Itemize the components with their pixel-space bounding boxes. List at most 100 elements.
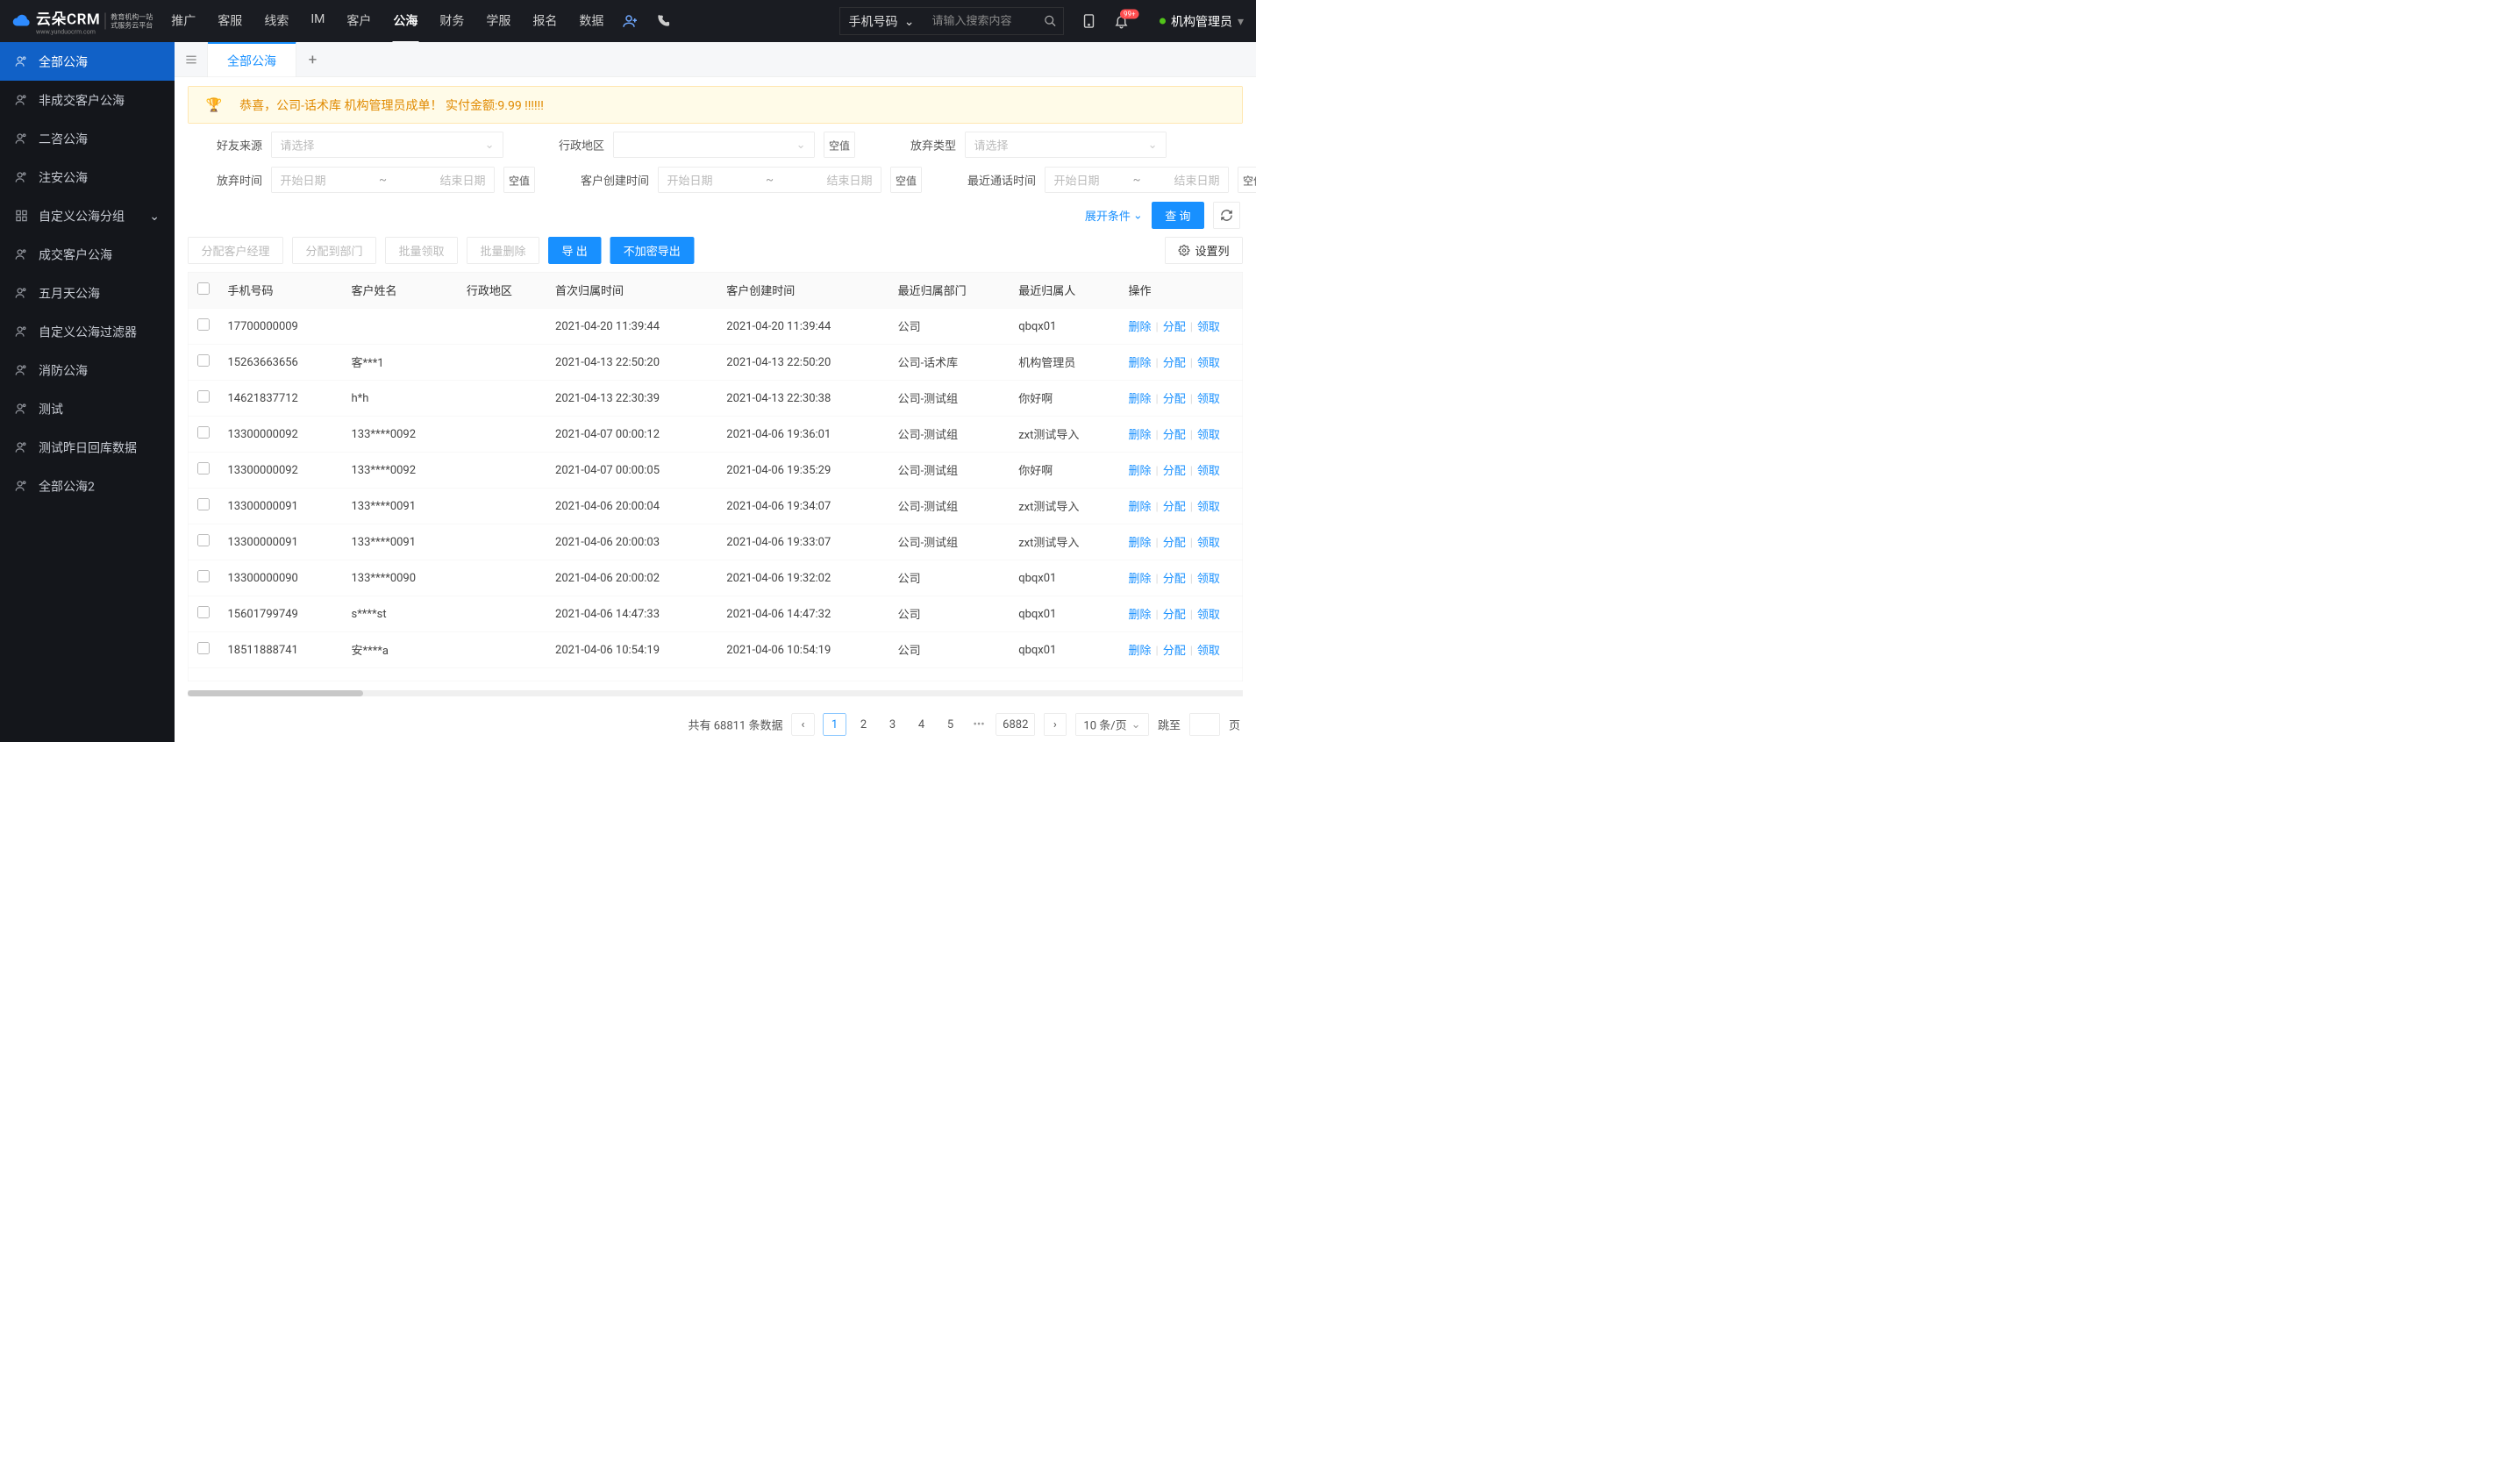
row-claim-link[interactable]: 领取 (1197, 465, 1220, 478)
search-input[interactable] (923, 8, 1037, 34)
filter-region-select[interactable]: ⌄ (613, 132, 815, 158)
horizontal-scrollbar[interactable] (188, 690, 1243, 696)
export-button[interactable]: 导 出 (548, 237, 601, 264)
row-checkbox[interactable] (198, 427, 210, 439)
sidebar-item-1[interactable]: 非成交客户公海 (0, 81, 175, 119)
filter-create-time-range[interactable]: 开始日期~结束日期 (658, 167, 881, 193)
sidebar-item-6[interactable]: 五月天公海 (0, 274, 175, 312)
pager-jump-input[interactable] (1189, 713, 1220, 736)
row-delete-link[interactable]: 删除 (1129, 573, 1152, 586)
row-assign-link[interactable]: 分配 (1163, 573, 1186, 586)
nav-item-公海[interactable]: 公海 (392, 0, 418, 43)
filter-region-empty[interactable]: 空值 (824, 132, 855, 158)
row-delete-link[interactable]: 删除 (1129, 429, 1152, 442)
nav-item-财务[interactable]: 财务 (439, 0, 465, 43)
row-claim-link[interactable]: 领取 (1197, 537, 1220, 550)
sidebar-item-8[interactable]: 消防公海 (0, 351, 175, 389)
row-claim-link[interactable]: 领取 (1197, 645, 1220, 658)
pager-page-3[interactable]: 3 (881, 713, 903, 736)
row-checkbox[interactable] (198, 607, 210, 618)
notification-bell[interactable]: 99+ (1114, 14, 1129, 29)
nav-item-报名[interactable]: 报名 (532, 0, 558, 43)
columns-settings-button[interactable]: 设置列 (1165, 237, 1243, 264)
row-checkbox[interactable] (198, 355, 210, 367)
row-claim-link[interactable]: 领取 (1197, 501, 1220, 514)
sidebar-item-3[interactable]: 注安公海 (0, 158, 175, 196)
row-assign-link[interactable]: 分配 (1163, 393, 1186, 406)
filter-create-time-empty[interactable]: 空值 (890, 167, 922, 193)
filter-source-select[interactable]: 请选择⌄ (271, 132, 503, 158)
nav-item-数据[interactable]: 数据 (578, 0, 604, 43)
row-delete-link[interactable]: 删除 (1129, 321, 1152, 334)
row-assign-link[interactable]: 分配 (1163, 465, 1186, 478)
batch-claim-button[interactable]: 批量领取 (385, 237, 458, 264)
filter-abandon-type-select[interactable]: 请选择⌄ (965, 132, 1167, 158)
batch-delete-button[interactable]: 批量删除 (467, 237, 539, 264)
filter-last-call-range[interactable]: 开始日期~结束日期 (1045, 167, 1229, 193)
row-claim-link[interactable]: 领取 (1197, 573, 1220, 586)
refresh-button[interactable] (1213, 202, 1240, 229)
sidebar-item-9[interactable]: 测试 (0, 389, 175, 428)
pager-size-select[interactable]: 10 条/页⌄ (1075, 713, 1149, 736)
query-button[interactable]: 查 询 (1152, 202, 1204, 229)
sidebar-item-10[interactable]: 测试昨日回库数据 (0, 428, 175, 467)
row-checkbox[interactable] (198, 463, 210, 474)
row-delete-link[interactable]: 删除 (1129, 357, 1152, 370)
row-assign-link[interactable]: 分配 (1163, 537, 1186, 550)
phone-icon[interactable] (655, 14, 670, 29)
nav-item-推广[interactable]: 推广 (170, 0, 196, 43)
search-button[interactable] (1037, 8, 1063, 34)
row-assign-link[interactable]: 分配 (1163, 501, 1186, 514)
pager-page-2[interactable]: 2 (852, 713, 874, 736)
row-assign-link[interactable]: 分配 (1163, 609, 1186, 622)
nav-item-IM[interactable]: IM (310, 0, 325, 43)
row-delete-link[interactable]: 删除 (1129, 465, 1152, 478)
expand-filters-link[interactable]: 展开条件 ⌄ (1085, 207, 1143, 224)
filter-abandon-time-range[interactable]: 开始日期~结束日期 (271, 167, 495, 193)
select-all-checkbox[interactable] (198, 283, 210, 295)
pager-page-1[interactable]: 1 (823, 713, 846, 736)
tablet-icon[interactable] (1081, 14, 1096, 29)
pager-page-5[interactable]: 5 (938, 713, 961, 736)
row-assign-link[interactable]: 分配 (1163, 321, 1186, 334)
pager-prev[interactable]: ‹ (791, 713, 814, 736)
row-checkbox[interactable] (198, 499, 210, 510)
row-delete-link[interactable]: 删除 (1129, 393, 1152, 406)
sidebar-item-7[interactable]: 自定义公海过滤器 (0, 312, 175, 351)
row-claim-link[interactable]: 领取 (1197, 357, 1220, 370)
row-claim-link[interactable]: 领取 (1197, 321, 1220, 334)
row-checkbox[interactable] (198, 319, 210, 331)
row-assign-link[interactable]: 分配 (1163, 429, 1186, 442)
export-plain-button[interactable]: 不加密导出 (610, 237, 694, 264)
assign-dept-button[interactable]: 分配到部门 (292, 237, 376, 264)
tabs-menu-button[interactable] (175, 42, 208, 77)
user-menu[interactable]: 机构管理员 ▾ (1160, 12, 1244, 30)
sidebar-item-0[interactable]: 全部公海 (0, 42, 175, 81)
assign-manager-button[interactable]: 分配客户经理 (188, 237, 283, 264)
sidebar-item-4[interactable]: 自定义公海分组⌄ (0, 196, 175, 235)
tab-add-button[interactable]: + (296, 42, 330, 77)
row-delete-link[interactable]: 删除 (1129, 645, 1152, 658)
tab-all-public-sea[interactable]: 全部公海 (208, 42, 296, 77)
sidebar-item-2[interactable]: 二咨公海 (0, 119, 175, 158)
nav-item-客户[interactable]: 客户 (346, 0, 372, 43)
row-claim-link[interactable]: 领取 (1197, 393, 1220, 406)
search-type-select[interactable]: 手机号码 ⌄ (839, 8, 923, 34)
sidebar-item-5[interactable]: 成交客户公海 (0, 235, 175, 274)
filter-last-call-empty[interactable]: 空值 (1238, 167, 1256, 193)
pager-next[interactable]: › (1044, 713, 1067, 736)
row-checkbox[interactable] (198, 571, 210, 582)
row-delete-link[interactable]: 删除 (1129, 609, 1152, 622)
row-checkbox[interactable] (198, 643, 210, 654)
pager-page-4[interactable]: 4 (910, 713, 932, 736)
filter-abandon-time-empty[interactable]: 空值 (503, 167, 535, 193)
row-assign-link[interactable]: 分配 (1163, 357, 1186, 370)
row-checkbox[interactable] (198, 535, 210, 546)
nav-item-客服[interactable]: 客服 (217, 0, 243, 43)
pager-last[interactable]: 6882 (996, 713, 1035, 736)
row-delete-link[interactable]: 删除 (1129, 537, 1152, 550)
row-checkbox[interactable] (198, 391, 210, 403)
sidebar-item-11[interactable]: 全部公海2 (0, 467, 175, 505)
nav-item-学服[interactable]: 学服 (485, 0, 511, 43)
nav-item-线索[interactable]: 线索 (263, 0, 289, 43)
